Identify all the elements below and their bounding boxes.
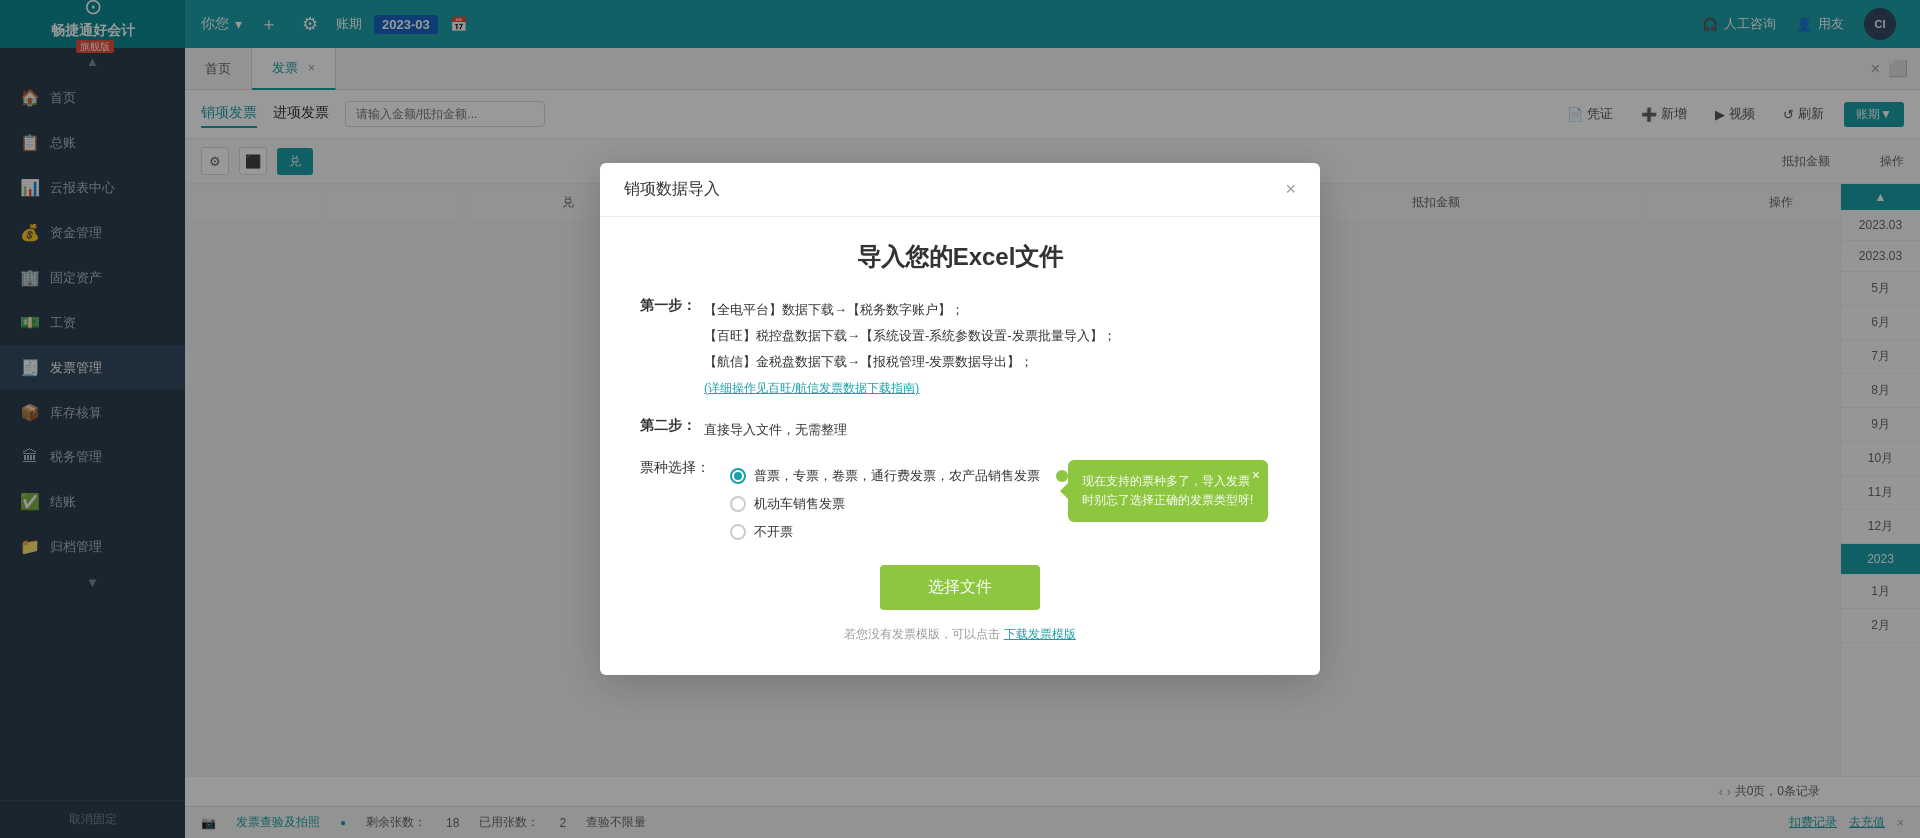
tooltip-close-btn[interactable]: ×: [1252, 464, 1260, 486]
step1-section: 第一步： 【全电平台】数据下载→【税务数字账户】； 【百旺】税控盘数据下载→【系…: [640, 297, 1280, 401]
download-template: 若您没有发票模版，可以点击 下载发票模版: [640, 626, 1280, 643]
step1-label: 第一步：: [640, 297, 696, 315]
radio-2-circle[interactable]: [730, 524, 746, 540]
tooltip-bubble: × 现在支持的票种多了，导入发票时别忘了选择正确的发票类型呀!: [1068, 460, 1268, 522]
modal-title: 销项数据导入: [624, 179, 720, 200]
radio-item-1[interactable]: 机动车销售发票: [730, 495, 1068, 513]
step1-link[interactable]: (详细操作见百旺/航信发票数据下载指南): [704, 381, 919, 395]
tooltip-dot: [1056, 470, 1068, 482]
step1-line3: 【航信】金税盘数据下载→【报税管理-发票数据导出】；: [704, 349, 1116, 375]
step1-content: 【全电平台】数据下载→【税务数字账户】； 【百旺】税控盘数据下载→【系统设置-系…: [700, 297, 1116, 401]
import-modal: 销项数据导入 × 导入您的Excel文件 第一步： 【全电平台】数据下载→【税务…: [600, 163, 1320, 675]
radio-1-label: 机动车销售发票: [754, 495, 845, 513]
radio-0-label: 普票，专票，卷票，通行费发票，农产品销售发票: [754, 467, 1040, 485]
tooltip-arrow: [1060, 483, 1068, 499]
step2-content: 直接导入文件，无需整理: [700, 417, 847, 443]
select-file-btn[interactable]: 选择文件: [880, 565, 1040, 610]
ticket-select-label: 票种选择：: [640, 459, 710, 477]
modal-header: 销项数据导入 ×: [600, 163, 1320, 217]
modal-body: 导入您的Excel文件 第一步： 【全电平台】数据下载→【税务数字账户】； 【百…: [600, 217, 1320, 675]
radio-group: 普票，专票，卷票，通行费发票，农产品销售发票 × 现在支持的票种多了，导入发票时…: [726, 467, 1068, 541]
ticket-select-section: 票种选择： 普票，专票，卷票，通行费发票，农产品销售发票 × 现在支持的票种多了…: [640, 459, 1280, 541]
step1-line1: 【全电平台】数据下载→【税务数字账户】；: [704, 297, 1116, 323]
step2-label: 第二步：: [640, 417, 696, 435]
tooltip-text: 现在支持的票种多了，导入发票时别忘了选择正确的发票类型呀!: [1082, 474, 1253, 507]
download-template-link[interactable]: 下载发票模版: [1004, 627, 1076, 641]
radio-2-label: 不开票: [754, 523, 793, 541]
radio-item-0[interactable]: 普票，专票，卷票，通行费发票，农产品销售发票 × 现在支持的票种多了，导入发票时…: [730, 467, 1068, 485]
radio-item-2[interactable]: 不开票: [730, 523, 1068, 541]
radio-1-circle[interactable]: [730, 496, 746, 512]
radio-0-circle[interactable]: [730, 468, 746, 484]
tooltip-anchor: × 现在支持的票种多了，导入发票时别忘了选择正确的发票类型呀!: [1048, 470, 1068, 482]
step1-line2: 【百旺】税控盘数据下载→【系统设置-系统参数设置-发票批量导入】；: [704, 323, 1116, 349]
modal-main-title: 导入您的Excel文件: [640, 241, 1280, 273]
modal-close-btn[interactable]: ×: [1285, 179, 1296, 200]
step2-section: 第二步： 直接导入文件，无需整理: [640, 417, 1280, 443]
